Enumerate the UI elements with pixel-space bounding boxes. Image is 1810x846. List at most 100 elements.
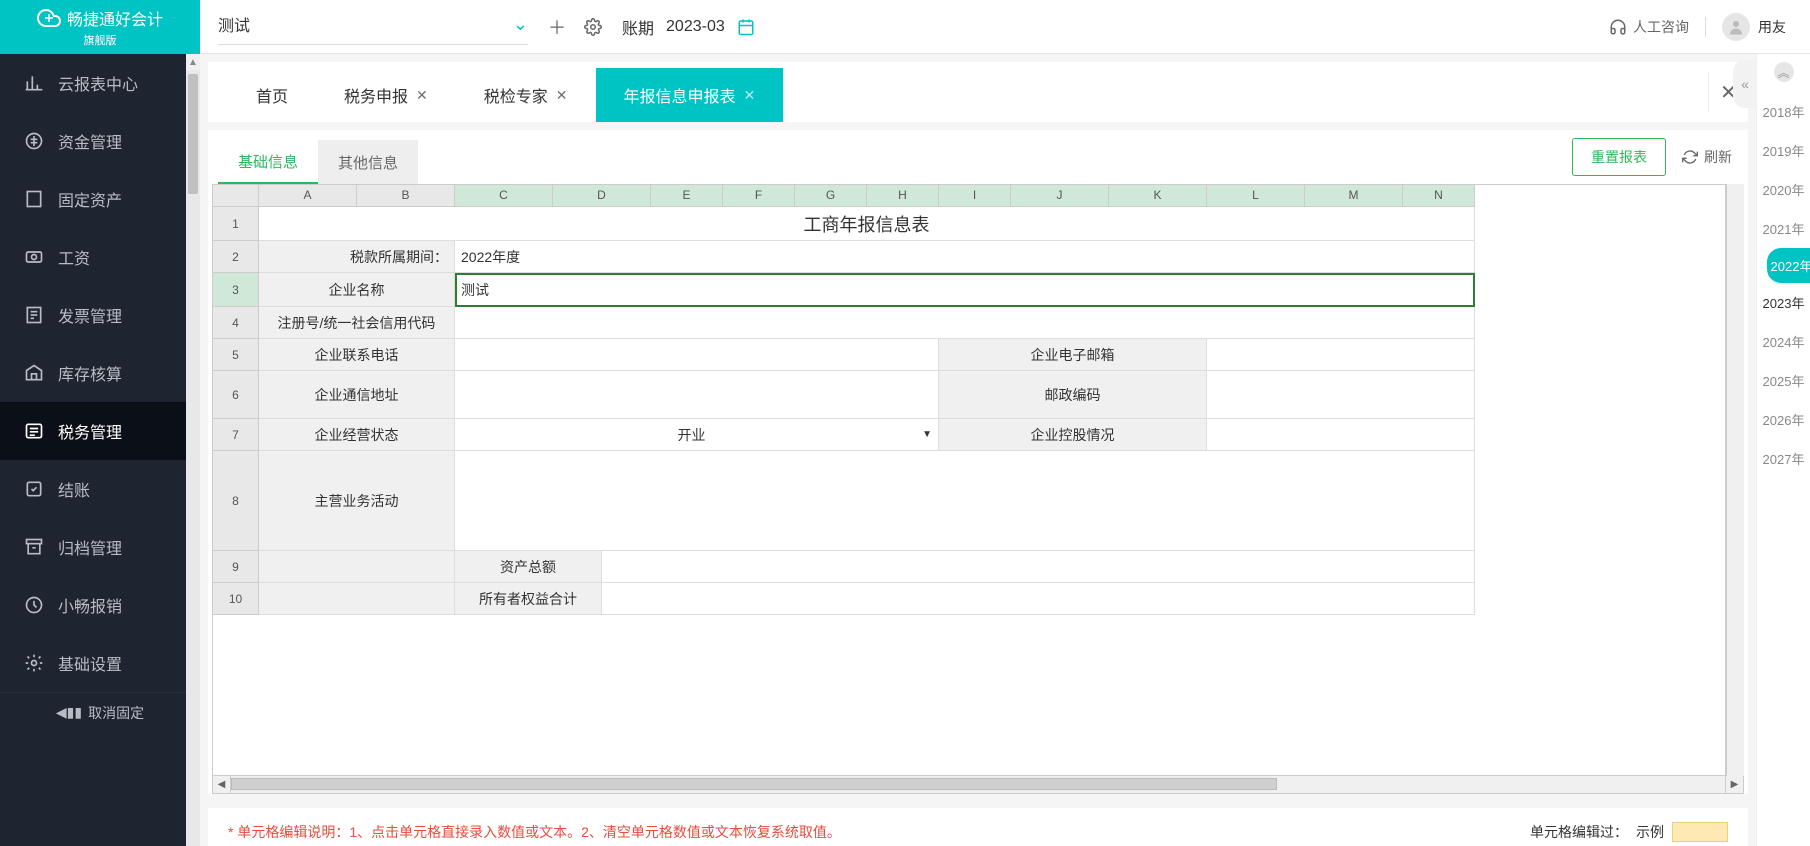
cell[interactable]: 企业联系电话 [259, 339, 455, 371]
close-icon[interactable]: ✕ [416, 87, 428, 104]
sidebar-item-invoice[interactable]: 发票管理 [0, 286, 200, 344]
cell[interactable]: 企业名称 [259, 273, 455, 307]
cell[interactable] [259, 551, 455, 583]
refresh-button[interactable]: 刷新 [1682, 147, 1732, 167]
gear-icon[interactable] [584, 18, 602, 36]
sidebar-unpin-button[interactable]: ◀▮▮ 取消固定 [0, 692, 200, 732]
cell[interactable] [602, 583, 1475, 615]
cell[interactable]: 税款所属期间： [259, 241, 455, 273]
scroll-left-icon[interactable]: ◀ [213, 776, 231, 794]
company-selector[interactable]: 测试 ⌄ [218, 9, 528, 45]
column-header[interactable]: J [1011, 185, 1109, 207]
year-item[interactable]: 2022年 [1767, 248, 1810, 283]
close-icon[interactable]: ✕ [744, 87, 756, 104]
year-item[interactable]: 2025年 [1759, 361, 1809, 400]
year-item[interactable]: 2024年 [1759, 322, 1809, 361]
sheet-vertical-scrollbar[interactable] [1726, 184, 1744, 776]
sidebar-item-salary[interactable]: 工资 [0, 228, 200, 286]
column-header[interactable]: N [1403, 185, 1475, 207]
cell[interactable]: 所有者权益合计 [455, 583, 602, 615]
year-item[interactable]: 2019年 [1759, 131, 1809, 170]
cell[interactable] [1207, 371, 1475, 419]
year-item[interactable]: 2018年 [1759, 92, 1809, 131]
cell[interactable]: 企业经营状态 [259, 419, 455, 451]
cell[interactable]: 主营业务活动 [259, 451, 455, 551]
column-header[interactable]: M [1305, 185, 1403, 207]
sidebar-item-money[interactable]: 资金管理 [0, 112, 200, 170]
column-header[interactable]: C [455, 185, 553, 207]
column-header[interactable]: A [259, 185, 357, 207]
tab-item[interactable]: 税检专家✕ [456, 68, 596, 122]
sub-tab[interactable]: 基础信息 [218, 140, 318, 184]
sidebar-item-close-period[interactable]: 结账 [0, 460, 200, 518]
reset-report-button[interactable]: 重置报表 [1572, 138, 1666, 176]
row-header[interactable]: 3 [213, 273, 259, 307]
cell[interactable] [259, 583, 455, 615]
sheet-horizontal-scrollbar[interactable]: ◀ ▶ [212, 776, 1744, 794]
cell[interactable] [455, 339, 939, 371]
year-item[interactable]: 2020年 [1759, 170, 1809, 209]
cell[interactable] [1207, 339, 1475, 371]
column-header[interactable]: B [357, 185, 455, 207]
sidebar-item-archive[interactable]: 归档管理 [0, 518, 200, 576]
cell[interactable]: 邮政编码 [939, 371, 1207, 419]
tab-item[interactable]: 税务申报✕ [316, 68, 456, 122]
cell[interactable]: 资产总额 [455, 551, 602, 583]
year-item[interactable]: 2023年 [1759, 283, 1809, 322]
cell[interactable]: 企业控股情况 [939, 419, 1207, 451]
cell[interactable]: 测试 [455, 273, 1475, 307]
cell[interactable] [455, 307, 1475, 339]
cell[interactable]: 企业电子邮箱 [939, 339, 1207, 371]
header-actions: ＋ [548, 14, 602, 40]
column-header[interactable]: L [1207, 185, 1305, 207]
column-header[interactable]: G [795, 185, 867, 207]
column-header[interactable]: H [867, 185, 939, 207]
sheet-corner[interactable] [213, 185, 259, 207]
sidebar-item-stock[interactable]: 库存核算 [0, 344, 200, 402]
year-item[interactable]: 2021年 [1759, 209, 1809, 248]
sub-tab[interactable]: 其他信息 [318, 140, 418, 184]
tab-item[interactable]: 首页 [228, 68, 316, 122]
spreadsheet[interactable]: ABCDEFGHIJKLMN 12345678910 工商年报信息表税款所属期间… [212, 184, 1726, 776]
tab-item[interactable]: 年报信息申报表✕ [596, 68, 784, 122]
sidebar-item-chart[interactable]: 云报表中心 [0, 54, 200, 112]
calendar-icon[interactable] [737, 18, 755, 36]
column-header[interactable]: D [553, 185, 651, 207]
sidebar-item-building[interactable]: 固定资产 [0, 170, 200, 228]
row-header[interactable]: 2 [213, 241, 259, 273]
sidebar-item-expense[interactable]: 小畅报销 [0, 576, 200, 634]
row-header[interactable]: 9 [213, 551, 259, 583]
user-menu[interactable]: 用友 [1722, 13, 1786, 41]
year-item[interactable]: 2027年 [1759, 439, 1809, 478]
cell[interactable]: 工商年报信息表 [259, 207, 1475, 241]
row-header[interactable]: 10 [213, 583, 259, 615]
cell[interactable] [1207, 419, 1475, 451]
sidebar-item-tax[interactable]: 税务管理 [0, 402, 200, 460]
year-scroll-up-icon[interactable]: ︽ [1774, 62, 1794, 82]
row-header[interactable]: 4 [213, 307, 259, 339]
cell[interactable] [455, 451, 1475, 551]
column-header[interactable]: I [939, 185, 1011, 207]
cell[interactable] [602, 551, 1475, 583]
column-header[interactable]: E [651, 185, 723, 207]
row-header[interactable]: 6 [213, 371, 259, 419]
add-icon[interactable]: ＋ [548, 14, 566, 40]
row-header[interactable]: 7 [213, 419, 259, 451]
year-item[interactable]: 2026年 [1759, 400, 1809, 439]
row-header[interactable]: 5 [213, 339, 259, 371]
cell[interactable]: 2022年度 [455, 241, 1475, 273]
column-header[interactable]: K [1109, 185, 1207, 207]
cell[interactable] [455, 371, 939, 419]
year-collapse-icon[interactable]: « [1733, 60, 1757, 108]
close-icon[interactable]: ✕ [556, 87, 568, 104]
cell[interactable]: 开业▼ [455, 419, 939, 451]
row-header[interactable]: 8 [213, 451, 259, 551]
sidebar-scrollbar[interactable]: ▲ [186, 54, 200, 846]
scroll-right-icon[interactable]: ▶ [1725, 776, 1743, 794]
sidebar-item-settings[interactable]: 基础设置 [0, 634, 200, 692]
cell[interactable]: 注册号/统一社会信用代码 [259, 307, 455, 339]
row-header[interactable]: 1 [213, 207, 259, 241]
consult-button[interactable]: 人工咨询 [1609, 17, 1689, 37]
column-header[interactable]: F [723, 185, 795, 207]
cell[interactable]: 企业通信地址 [259, 371, 455, 419]
